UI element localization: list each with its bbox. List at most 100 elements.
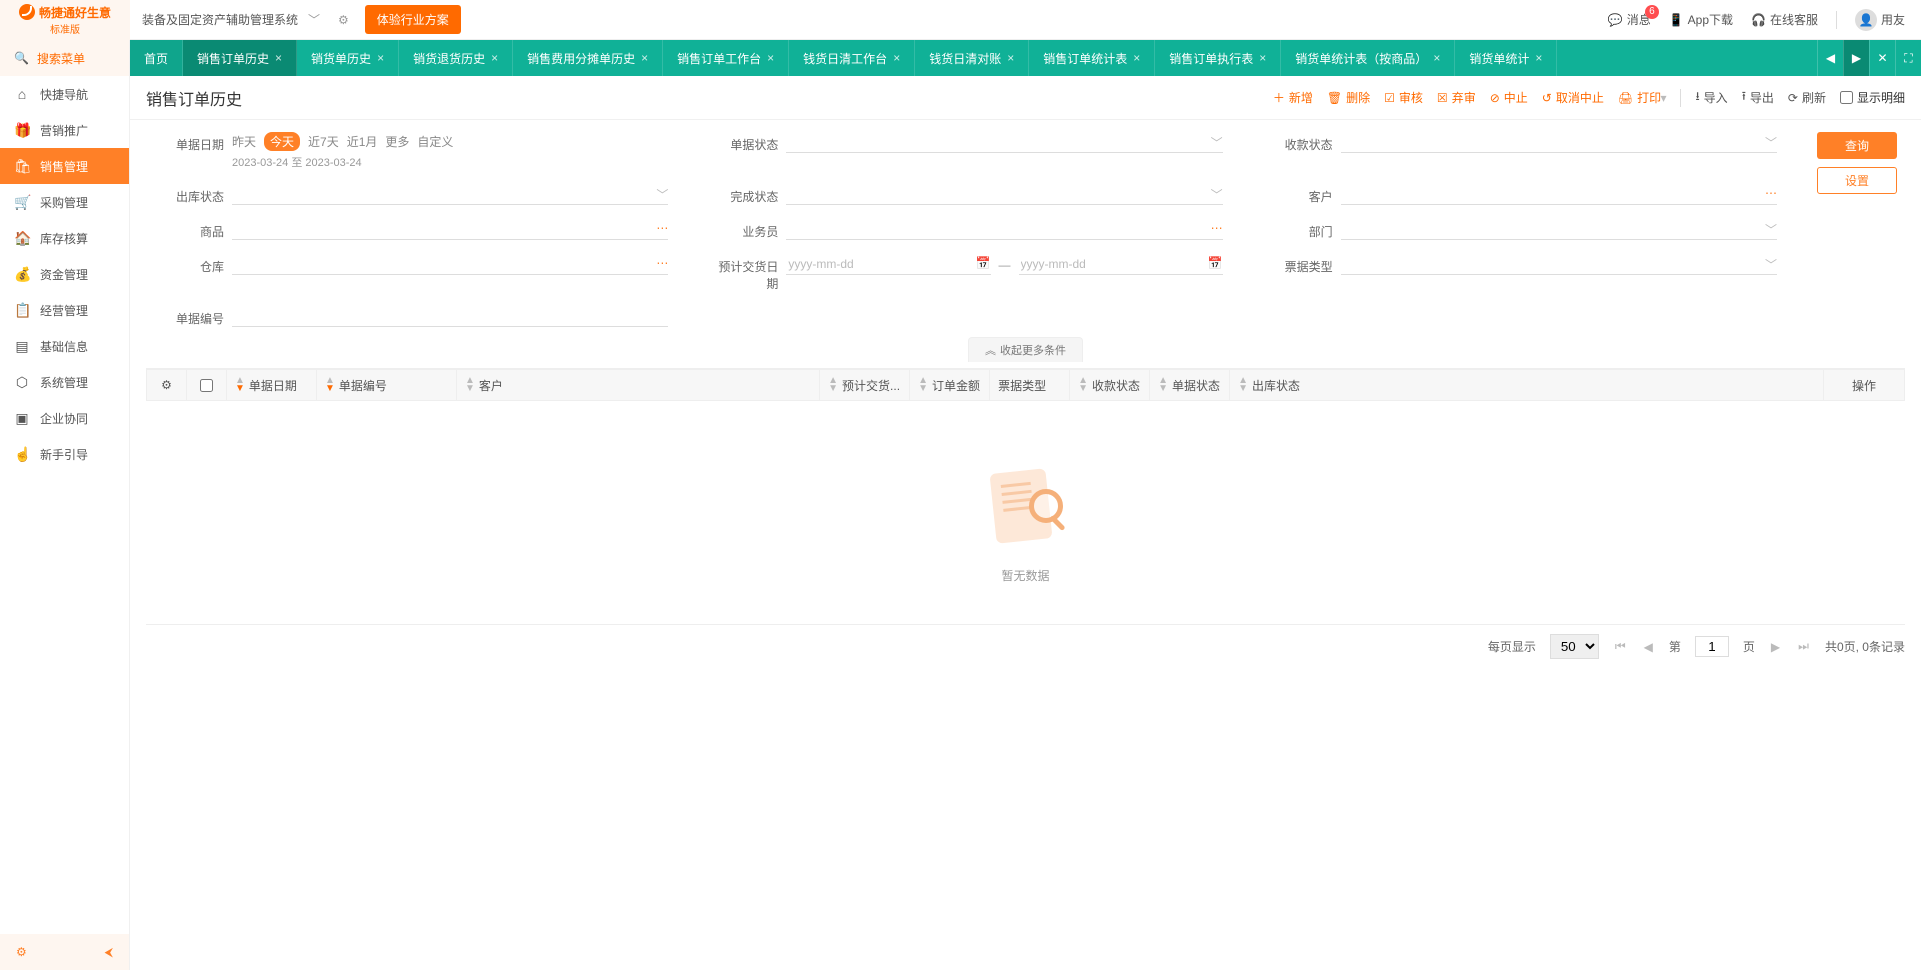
sidebar-item[interactable]: 🏠库存核算 (0, 220, 129, 256)
user-menu[interactable]: 👤 用友 (1855, 9, 1905, 31)
unstop-button[interactable]: ↺取消中止 (1542, 89, 1604, 106)
sidebar-item[interactable]: ▤基础信息 (0, 328, 129, 364)
show-detail-checkbox[interactable] (1840, 91, 1853, 104)
print-button[interactable]: 🖨打印 ▾ (1618, 89, 1667, 106)
col-bill-status[interactable]: ▲▼单据状态 (1150, 370, 1230, 400)
date-tag[interactable]: 今天 (264, 132, 300, 151)
refresh-button[interactable]: ⟳刷新 (1788, 89, 1826, 106)
col-date[interactable]: ▲▼单据日期 (227, 370, 317, 400)
sidebar-item[interactable]: ⌂快捷导航 (0, 76, 129, 112)
stop-button[interactable]: ⊘中止 (1490, 89, 1528, 106)
tabs-fullscreen[interactable]: ⛶ (1895, 40, 1921, 76)
close-icon[interactable]: × (641, 51, 648, 65)
close-icon[interactable]: × (275, 51, 282, 65)
tab[interactable]: 销货退货历史× (399, 40, 513, 76)
sidebar-item[interactable]: 💰资金管理 (0, 256, 129, 292)
bill-no-input[interactable] (232, 306, 668, 327)
date-tag[interactable]: 近7天 (308, 133, 339, 150)
export-button[interactable]: ⭱导出 (1742, 87, 1774, 108)
sidebar-item[interactable]: ▣企业协同 (0, 400, 129, 436)
query-button[interactable]: 查询 (1817, 132, 1897, 159)
date-tag[interactable]: 自定义 (417, 133, 453, 150)
more-icon[interactable]: ⋯ (1211, 221, 1223, 235)
tab[interactable]: 销售订单执行表× (1155, 40, 1281, 76)
prev-page[interactable]: ◀ (1642, 640, 1655, 654)
chevron-down-icon[interactable]: ﹀ (1765, 256, 1777, 273)
calendar-icon[interactable]: 📅 (976, 256, 991, 270)
col-out-status[interactable]: ▲▼出库状态 (1230, 370, 1824, 400)
sidebar-item[interactable]: 🛒采购管理 (0, 184, 129, 220)
sidebar-item[interactable]: ⬡系统管理 (0, 364, 129, 400)
column-settings[interactable]: ⚙ (147, 370, 187, 400)
tab[interactable]: 销货单历史× (297, 40, 399, 76)
system-selector[interactable]: 装备及固定资产辅助管理系统 ﹀ (142, 11, 320, 28)
chevron-down-icon[interactable]: ﹀ (1211, 134, 1223, 151)
app-download-link[interactable]: 📱 App下载 (1669, 11, 1733, 28)
next-page[interactable]: ▶ (1769, 640, 1782, 654)
pay-status-select[interactable] (1341, 132, 1777, 153)
page-number-input[interactable] (1695, 636, 1729, 657)
sidebar-item[interactable]: 🛍销售管理 (0, 148, 129, 184)
close-icon[interactable]: × (1259, 51, 1266, 65)
sidebar-item[interactable]: ☝新手引导 (0, 436, 129, 472)
close-icon[interactable]: × (491, 51, 498, 65)
industry-plan-button[interactable]: 体验行业方案 (365, 5, 461, 34)
close-icon[interactable]: × (767, 51, 774, 65)
tabs-scroll-right[interactable]: ▶ (1843, 40, 1869, 76)
date-tag[interactable]: 近1月 (347, 133, 378, 150)
customer-input[interactable] (1341, 184, 1777, 205)
first-page[interactable]: ⏮ (1613, 639, 1628, 654)
tab[interactable]: 销售订单统计表× (1029, 40, 1155, 76)
close-icon[interactable]: × (893, 51, 900, 65)
warehouse-input[interactable] (232, 254, 668, 275)
add-button[interactable]: ＋新增 (1273, 89, 1313, 106)
tab[interactable]: 销货单统计× (1455, 40, 1557, 76)
close-icon[interactable]: × (1535, 51, 1542, 65)
more-icon[interactable]: ⋯ (1765, 186, 1777, 200)
online-service-link[interactable]: 🎧 在线客服 (1751, 11, 1818, 28)
sidebar-item[interactable]: 🎁营销推广 (0, 112, 129, 148)
chevron-down-icon[interactable]: ﹀ (1765, 221, 1777, 238)
date-tag[interactable]: 更多 (385, 133, 409, 150)
tab[interactable]: 首页 (130, 40, 183, 76)
page-size-select[interactable]: 50 (1550, 634, 1599, 659)
tab[interactable]: 钱货日清工作台× (789, 40, 915, 76)
last-page[interactable]: ⏭ (1796, 639, 1811, 654)
select-all[interactable] (187, 370, 227, 400)
close-icon[interactable]: × (1133, 51, 1140, 65)
gear-icon[interactable]: ⚙ (16, 945, 27, 959)
abandon-button[interactable]: ☒弃审 (1437, 89, 1476, 106)
tabs-scroll-left[interactable]: ◀ (1817, 40, 1843, 76)
col-num[interactable]: ▲▼单据编号 (317, 370, 457, 400)
sales-input[interactable] (786, 219, 1222, 240)
deliver-date-to[interactable] (1019, 254, 1223, 275)
deliver-date-from[interactable] (786, 254, 990, 275)
done-status-select[interactable] (786, 184, 1222, 205)
col-deliver[interactable]: ▲▼预计交货... (820, 370, 910, 400)
collapse-sidebar-icon[interactable]: ⮜ (104, 945, 113, 960)
settings-button[interactable]: 设置 (1817, 167, 1897, 194)
tab[interactable]: 钱货日清对账× (915, 40, 1029, 76)
col-bill-type[interactable]: 票据类型 (990, 370, 1070, 400)
chevron-down-icon[interactable]: ﹀ (656, 186, 668, 203)
col-customer[interactable]: ▲▼客户 (457, 370, 820, 400)
close-icon[interactable]: × (377, 51, 384, 65)
show-detail-toggle[interactable]: 显示明细 (1840, 89, 1905, 106)
dept-select[interactable] (1341, 219, 1777, 240)
product-input[interactable] (232, 219, 668, 240)
delete-button[interactable]: 🗑删除 (1327, 89, 1370, 106)
sidebar-search[interactable]: 🔍 搜索菜单 (0, 40, 129, 76)
bill-status-select[interactable] (786, 132, 1222, 153)
more-icon[interactable]: ⋯ (656, 256, 668, 270)
chevron-down-icon[interactable]: ﹀ (1765, 134, 1777, 151)
collapse-filters-button[interactable]: ︽收起更多条件 (968, 337, 1083, 362)
calendar-icon[interactable]: 📅 (1208, 256, 1223, 270)
chevron-down-icon[interactable]: ▾ (1657, 91, 1666, 105)
col-amount[interactable]: ▲▼订单金额 (910, 370, 990, 400)
import-button[interactable]: ⭳导入 (1695, 87, 1727, 108)
tab[interactable]: 销售费用分摊单历史× (513, 40, 663, 76)
tab[interactable]: 销售订单工作台× (663, 40, 789, 76)
chevron-down-icon[interactable]: ﹀ (1211, 186, 1223, 203)
col-pay-status[interactable]: ▲▼收款状态 (1070, 370, 1150, 400)
close-icon[interactable]: × (1433, 51, 1440, 65)
